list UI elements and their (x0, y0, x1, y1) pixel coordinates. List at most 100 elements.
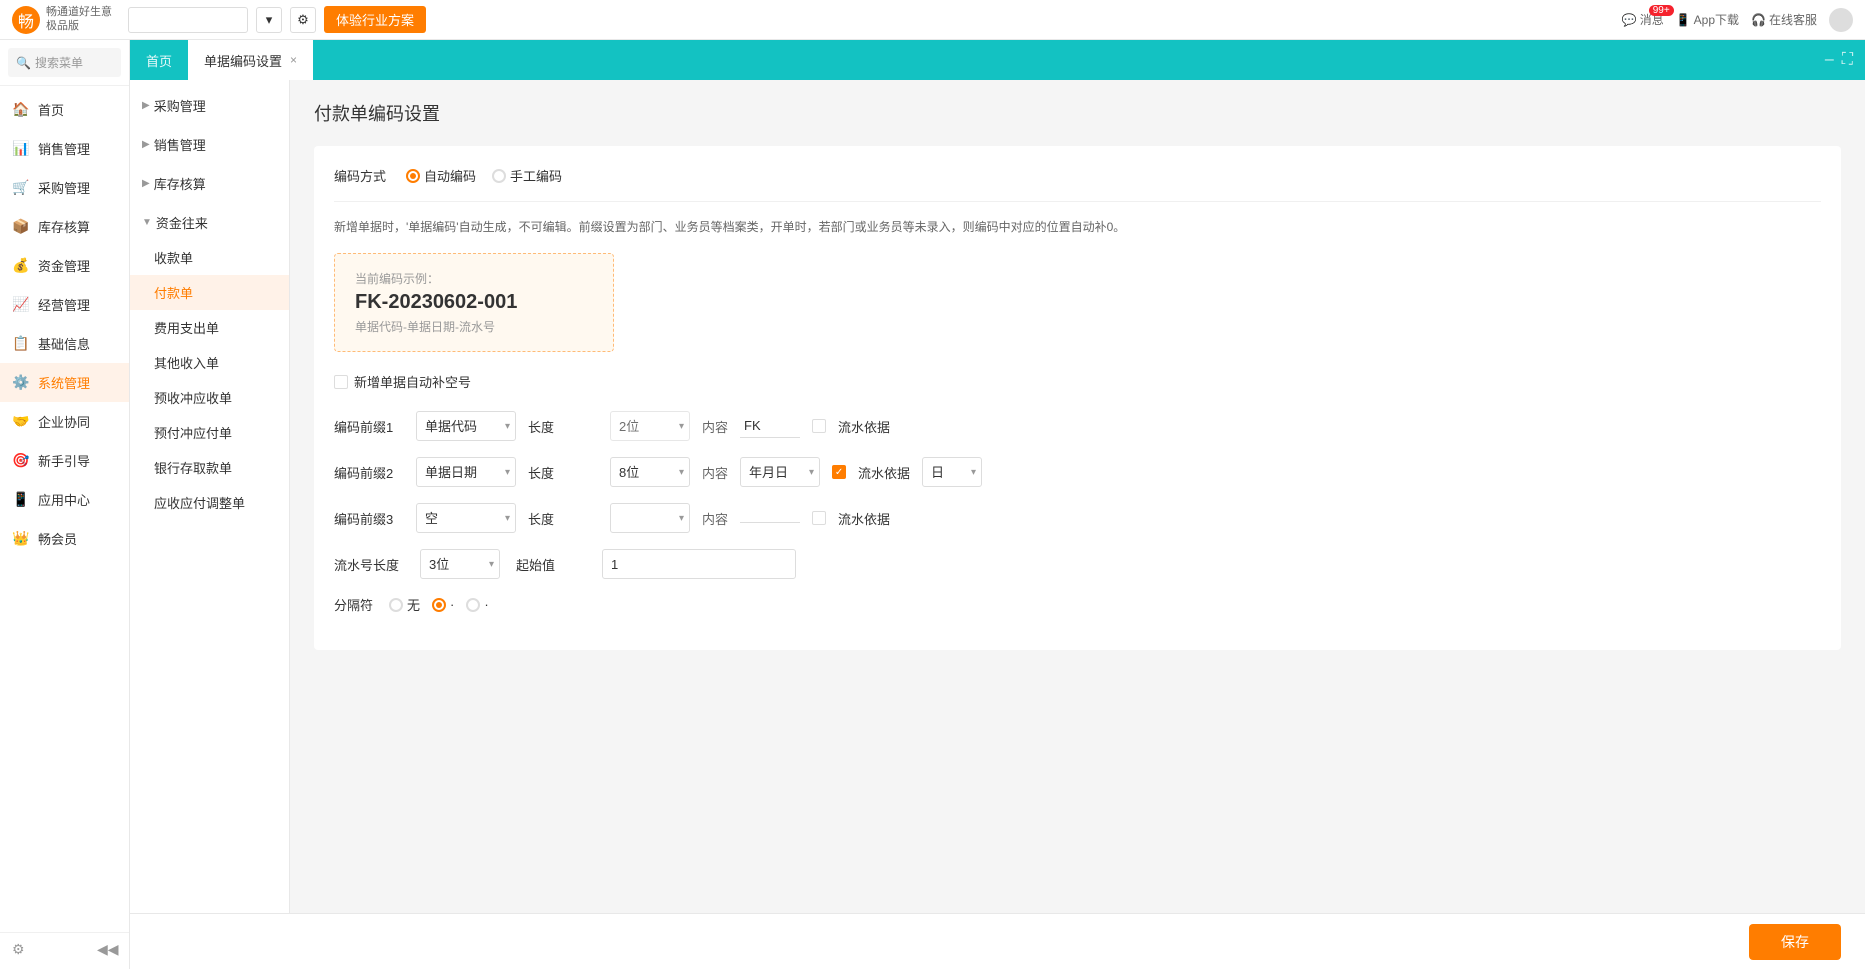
sidebar-item-label: 系统管理 (38, 373, 90, 392)
trial-btn[interactable]: 体验行业方案 (324, 6, 426, 33)
search-menu[interactable]: 🔍 搜索菜单 (8, 48, 121, 77)
collab-icon: 🤝 (12, 413, 30, 431)
submenu-header-sales[interactable]: ▶ 销售管理 (130, 127, 289, 162)
content2-label: 内容 (702, 463, 728, 482)
sub-menu: ▶ 采购管理 ▶ 销售管理 ▶ 库存核算 (130, 80, 290, 913)
stream2-option-wrapper: 日 ▾ (922, 457, 982, 487)
sep-dash[interactable]: · (466, 597, 488, 612)
prefix2-select[interactable]: 单据日期 (416, 457, 516, 487)
stream2-option-select[interactable]: 日 (922, 457, 982, 487)
desc-text: 新增单据时，'单据编码'自动生成，不可编辑。前缀设置为部门、业务员等档案类，开单… (334, 218, 1821, 237)
prefix1-label: 编码前缀1 (334, 417, 404, 436)
sidebar-item-guide[interactable]: 🎯 新手引导 (0, 441, 129, 480)
arrow-right-icon: ▶ (142, 100, 150, 111)
sep-none-dot (389, 598, 403, 612)
tab-home[interactable]: 首页 (130, 40, 188, 80)
length3-select[interactable] (610, 503, 690, 533)
submenu-item-bank[interactable]: 银行存取款单 (130, 450, 289, 485)
separator-options: 无 · · (389, 595, 489, 614)
sidebar-item-inventory[interactable]: 📦 库存核算 (0, 207, 129, 246)
submenu-header-inventory[interactable]: ▶ 库存核算 (130, 166, 289, 201)
tab-encode-settings[interactable]: 单据编码设置 × (188, 40, 313, 80)
sidebar-bottom: ⚙ ◀◀ (0, 932, 129, 969)
length2-select[interactable]: 8位 (610, 457, 690, 487)
sidebar-item-collab[interactable]: 🤝 企业协同 (0, 402, 129, 441)
submenu-item-expense[interactable]: 费用支出单 (130, 310, 289, 345)
user-avatar[interactable] (1829, 8, 1853, 32)
sidebar-item-member[interactable]: 👑 畅会员 (0, 519, 129, 558)
radio-auto[interactable]: 自动编码 (406, 166, 476, 185)
submenu-item-payment[interactable]: 付款单 (130, 275, 289, 310)
serial-row: 流水号长度 3位 ▾ 起始值 (334, 549, 1821, 579)
collapse-icon[interactable]: ◀◀ (97, 941, 117, 961)
page-title: 付款单编码设置 (314, 100, 1841, 126)
search-icon: 🔍 (16, 56, 31, 70)
length1-select[interactable]: 2位 (610, 411, 690, 441)
stream2-checkbox[interactable]: ✓ (832, 465, 846, 479)
settings-main: 付款单编码设置 编码方式 自动编码 手工编码 (290, 80, 1865, 913)
sidebar-item-label: 采购管理 (38, 178, 90, 197)
separator-label: 分隔符 (334, 595, 373, 614)
app-download-item[interactable]: 📱 App下载 (1676, 11, 1739, 28)
sidebar-item-label: 畅会员 (38, 529, 77, 548)
prefix2-select-wrapper: 单据日期 ▾ (416, 457, 516, 487)
submenu-item-receipt[interactable]: 收款单 (130, 240, 289, 275)
sidebar-item-label: 应用中心 (38, 490, 90, 509)
tab-minimize-icon[interactable]: – (1825, 51, 1834, 69)
sidebar-item-label: 企业协同 (38, 412, 90, 431)
sidebar-item-purchase[interactable]: 🛒 采购管理 (0, 168, 129, 207)
save-button[interactable]: 保存 (1749, 924, 1841, 960)
stream3-label: 流水依据 (838, 509, 890, 528)
tab-maximize-icon[interactable]: ⛶ (1842, 51, 1853, 69)
arrow-right-icon2: ▶ (142, 139, 150, 150)
auto-fill-checkbox[interactable] (334, 375, 348, 389)
guide-icon: 🎯 (12, 452, 30, 470)
submenu-item-adjust[interactable]: 应收应付调整单 (130, 485, 289, 520)
sidebar-item-home[interactable]: 🏠 首页 (0, 90, 129, 129)
main-layout: 🔍 搜索菜单 🏠 首页 📊 销售管理 🛒 采购管理 📦 库存核算 💰 (0, 40, 1865, 969)
radio-manual[interactable]: 手工编码 (492, 166, 562, 185)
nav-dropdown[interactable] (128, 7, 248, 33)
serial-length-select[interactable]: 3位 (420, 549, 500, 579)
top-bar-left: 畅 畅通道好生意 极品版 ▾ ⚙ 体验行业方案 (12, 6, 1614, 34)
submenu-header-capital[interactable]: ▼ 资金往来 (130, 205, 289, 240)
length2-select-wrapper: 8位 ▾ (610, 457, 690, 487)
auto-fill-label: 新增单据自动补空号 (354, 372, 471, 391)
sidebar-item-operation[interactable]: 📈 经营管理 (0, 285, 129, 324)
message-item[interactable]: 💬 消息 99+ (1622, 11, 1664, 28)
stream3-checkbox[interactable] (812, 511, 826, 525)
submenu-item-pre-collect[interactable]: 预收冲应收单 (130, 380, 289, 415)
nav-settings-btn[interactable]: ⚙ (290, 7, 316, 33)
sidebar-item-basic[interactable]: 📋 基础信息 (0, 324, 129, 363)
sidebar-item-label: 首页 (38, 100, 64, 119)
sidebar-item-apps[interactable]: 📱 应用中心 (0, 480, 129, 519)
submenu-item-other-income[interactable]: 其他收入单 (130, 345, 289, 380)
prefix3-select[interactable]: 空 (416, 503, 516, 533)
service-item[interactable]: 🎧 在线客服 (1751, 11, 1817, 28)
member-icon: 👑 (12, 530, 30, 548)
preview-sub: 单据代码-单据日期-流水号 (355, 318, 593, 335)
submenu-group-inventory: ▶ 库存核算 (130, 166, 289, 201)
sep-none[interactable]: 无 (389, 595, 420, 614)
arrow-right-icon3: ▶ (142, 178, 150, 189)
submenu-item-pre-pay[interactable]: 预付冲应付单 (130, 415, 289, 450)
serial-start-input[interactable] (602, 549, 796, 579)
sep-dot[interactable]: · (432, 597, 454, 612)
sidebar-item-system[interactable]: ⚙️ 系统管理 (0, 363, 129, 402)
content3-label: 内容 (702, 509, 728, 528)
sep-dash-dot (466, 598, 480, 612)
sidebar-item-sales[interactable]: 📊 销售管理 (0, 129, 129, 168)
radio-auto-dot (406, 169, 420, 183)
settings-bottom-icon[interactable]: ⚙ (12, 941, 32, 961)
tab-close-icon[interactable]: × (290, 53, 297, 67)
nav-chevron-btn[interactable]: ▾ (256, 7, 282, 33)
content1-value: FK (740, 414, 800, 438)
sidebar-item-finance[interactable]: 💰 资金管理 (0, 246, 129, 285)
submenu-header-purchase[interactable]: ▶ 采购管理 (130, 88, 289, 123)
sidebar-item-label: 库存核算 (38, 217, 90, 236)
content1-label: 内容 (702, 417, 728, 436)
content2-select[interactable]: 年月日 (740, 457, 820, 487)
prefix1-select[interactable]: 单据代码 (416, 411, 516, 441)
sidebar-item-label: 新手引导 (38, 451, 90, 470)
stream1-checkbox[interactable] (812, 419, 826, 433)
